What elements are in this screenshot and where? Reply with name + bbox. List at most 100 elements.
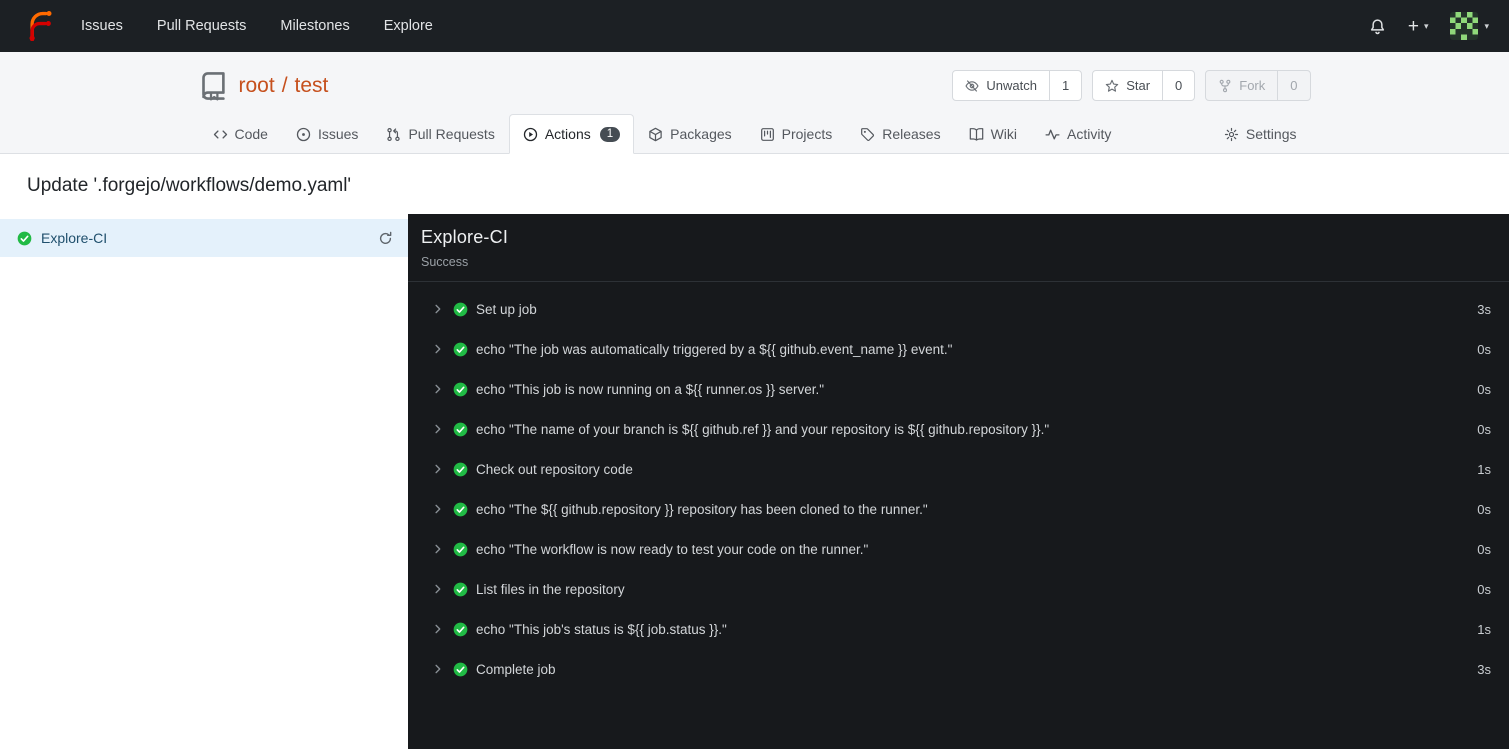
run-title-section: Update '.forgejo/workflows/demo.yaml': [0, 154, 1509, 214]
fork-button[interactable]: Fork: [1206, 71, 1277, 100]
tab-label: Wiki: [990, 126, 1018, 142]
forks-count[interactable]: 0: [1277, 71, 1309, 100]
step-duration: 0s: [1477, 381, 1491, 397]
tab-label: Code: [234, 126, 268, 142]
tab-releases[interactable]: Releases: [846, 114, 954, 153]
nav-item-explore[interactable]: Explore: [367, 0, 450, 52]
navbar-right: + ▾ ▾: [1369, 12, 1495, 40]
step-name: Check out repository code: [476, 461, 633, 477]
step-row[interactable]: Set up job 3s: [408, 289, 1509, 329]
step-row[interactable]: echo "This job's status is ${{ job.statu…: [408, 609, 1509, 649]
success-check-icon: [453, 542, 468, 557]
unwatch-button[interactable]: Unwatch: [953, 71, 1049, 100]
step-row[interactable]: echo "The job was automatically triggere…: [408, 329, 1509, 369]
nav-item-issues[interactable]: Issues: [64, 0, 140, 52]
jobs-sidebar: Explore-CI: [0, 214, 408, 749]
create-new-button[interactable]: + ▾: [1408, 17, 1429, 36]
nav-item-pull-requests[interactable]: Pull Requests: [140, 0, 263, 52]
chevron-down-icon: ▾: [1484, 20, 1489, 31]
tab-issues[interactable]: Issues: [282, 114, 372, 153]
job-status-text: Success: [421, 255, 469, 269]
job-steps-list: Set up job 3s echo "The job was automati…: [408, 282, 1509, 696]
tab-label: Actions: [544, 126, 591, 142]
star-button[interactable]: Star: [1093, 71, 1162, 100]
breadcrumb-separator: /: [281, 73, 288, 97]
tab-label: Packages: [670, 126, 732, 142]
tab-packages[interactable]: Packages: [634, 114, 745, 153]
unwatch-button-group: Unwatch 1: [952, 70, 1083, 101]
step-row[interactable]: List files in the repository 0s: [408, 569, 1509, 609]
chevron-right-icon: [432, 303, 444, 315]
success-check-icon: [453, 302, 468, 317]
step-name: echo "This job's status is ${{ job.statu…: [476, 621, 727, 637]
success-check-icon: [453, 502, 468, 517]
step-duration: 0s: [1477, 581, 1491, 597]
tab-settings[interactable]: Settings: [1210, 114, 1311, 153]
fork-icon: [1218, 79, 1232, 93]
actions-count-badge: 1: [599, 126, 621, 142]
tab-label: Issues: [317, 126, 359, 142]
bell-icon: [1369, 18, 1386, 35]
repo-icon: [199, 71, 229, 101]
repo-tabs: Code Issues Pull Requests Actions 1 Pack…: [199, 114, 1311, 154]
step-duration: 1s: [1477, 621, 1491, 637]
forgejo-actions-page: Issues Pull Requests Milestones Explore …: [0, 0, 1509, 749]
git-pull-request-icon: [386, 127, 401, 142]
tab-pull-requests[interactable]: Pull Requests: [372, 114, 508, 153]
chevron-right-icon: [432, 383, 444, 395]
issue-opened-icon: [296, 127, 311, 142]
step-duration: 0s: [1477, 421, 1491, 437]
tab-label: Projects: [781, 126, 833, 142]
top-navbar: Issues Pull Requests Milestones Explore …: [0, 0, 1509, 52]
fork-button-group: Fork 0: [1205, 70, 1311, 101]
tab-wiki[interactable]: Wiki: [955, 114, 1031, 153]
tab-label: Settings: [1245, 126, 1297, 142]
rerun-job-icon[interactable]: [378, 231, 393, 246]
step-name: Complete job: [476, 661, 556, 677]
job-list-item-explore-ci[interactable]: Explore-CI: [0, 219, 408, 257]
user-menu-button[interactable]: ▾: [1450, 12, 1489, 40]
step-row[interactable]: Check out repository code 1s: [408, 449, 1509, 489]
forgejo-logo[interactable]: [14, 11, 64, 41]
repo-name-link[interactable]: test: [295, 74, 329, 98]
nav-item-milestones[interactable]: Milestones: [263, 0, 366, 52]
tab-actions[interactable]: Actions 1: [508, 114, 635, 154]
step-duration: 0s: [1477, 341, 1491, 357]
success-check-icon: [453, 462, 468, 477]
chevron-right-icon: [432, 463, 444, 475]
watchers-count[interactable]: 1: [1048, 71, 1081, 100]
success-check-icon: [453, 662, 468, 677]
chevron-right-icon: [432, 543, 444, 555]
chevron-right-icon: [432, 583, 444, 595]
success-check-icon: [453, 382, 468, 397]
tab-activity[interactable]: Activity: [1031, 114, 1125, 153]
repo-owner-link[interactable]: root: [239, 74, 275, 98]
fork-label: Fork: [1239, 78, 1266, 93]
tab-code[interactable]: Code: [199, 114, 282, 153]
step-name: Set up job: [476, 301, 537, 317]
chevron-down-icon: ▾: [1423, 20, 1429, 31]
gear-icon: [1224, 127, 1239, 142]
tab-label: Pull Requests: [408, 126, 495, 142]
star-button-group: Star 0: [1092, 70, 1196, 101]
step-row[interactable]: echo "The name of your branch is ${{ git…: [408, 409, 1509, 449]
avatar: [1450, 12, 1479, 40]
chevron-right-icon: [432, 503, 444, 515]
chevron-right-icon: [432, 623, 444, 635]
unwatch-label: Unwatch: [986, 78, 1037, 93]
step-row[interactable]: echo "This job is now running on a ${{ r…: [408, 369, 1509, 409]
run-title: Update '.forgejo/workflows/demo.yaml': [27, 175, 352, 196]
repo-title-row: root / test Unwatch 1 Star 0 Fork 0: [199, 52, 1311, 114]
success-check-icon: [453, 422, 468, 437]
run-content: Explore-CI Explore-CI Success Set up job…: [0, 214, 1509, 749]
stars-count[interactable]: 0: [1162, 71, 1194, 100]
pulse-icon: [1045, 127, 1060, 142]
eye-off-icon: [965, 79, 979, 93]
tab-projects[interactable]: Projects: [746, 114, 847, 153]
step-row[interactable]: echo "The workflow is now ready to test …: [408, 529, 1509, 569]
step-row[interactable]: echo "The ${{ github.repository }} repos…: [408, 489, 1509, 529]
step-row[interactable]: Complete job 3s: [408, 649, 1509, 689]
success-check-icon: [453, 622, 468, 637]
code-icon: [213, 127, 228, 142]
notifications-button[interactable]: [1369, 18, 1386, 35]
